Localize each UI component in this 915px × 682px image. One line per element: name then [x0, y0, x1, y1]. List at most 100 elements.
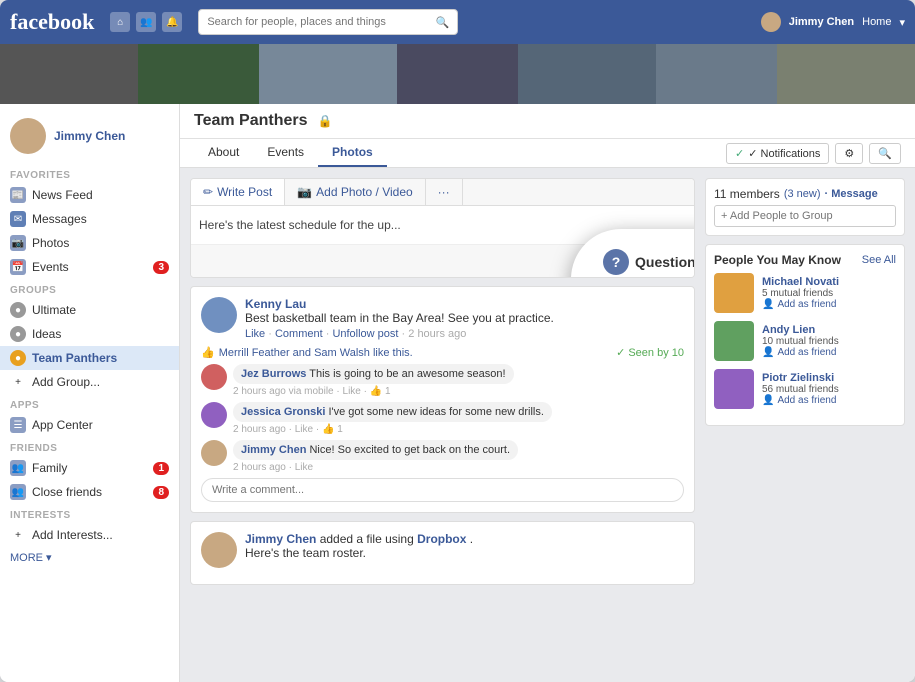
know-see-all[interactable]: See All	[862, 254, 896, 266]
members-box: 11 members (3 new) · Message	[705, 178, 905, 236]
post-like-row: 👍 Merrill Feather and Sam Walsh like thi…	[201, 346, 684, 359]
like-link-kenny[interactable]: Like	[245, 328, 265, 340]
nav-home[interactable]: Home	[862, 16, 891, 28]
two-col: ✏ Write Post 📷 Add Photo / Video ···	[180, 168, 915, 682]
sidebar-label-ideas: Ideas	[32, 327, 61, 341]
nav-avatar	[761, 12, 781, 32]
comment-like-jimmy[interactable]: Like	[295, 462, 313, 473]
add-people-input[interactable]	[714, 205, 896, 227]
add-friend-icon-michael: 👤	[762, 299, 774, 310]
dropbox-post-user[interactable]: Jimmy Chen	[245, 532, 316, 546]
sidebar-item-close-friends[interactable]: 👥 Close friends 8	[0, 480, 179, 504]
sidebar-item-ultimate[interactable]: ● Ultimate	[0, 298, 179, 322]
know-person-andy: Andy Lien 10 mutual friends 👤 Add as fri…	[714, 321, 896, 361]
notifications-button[interactable]: ✓ ✓ Notifications	[726, 143, 829, 164]
comment-likes-jez: 1	[385, 386, 391, 397]
sidebar-label-add-group: Add Group...	[32, 375, 100, 389]
comment-like-jessica[interactable]: Like	[295, 424, 313, 435]
sidebar-item-add-group[interactable]: + Add Group...	[0, 370, 179, 394]
notifications-nav-icon[interactable]: 🔔	[162, 12, 182, 32]
photo-icon: 📷	[297, 185, 312, 199]
group-search-button[interactable]: 🔍	[869, 143, 901, 164]
settings-icon: ⚙	[844, 147, 854, 160]
sidebar-item-add-interests[interactable]: + Add Interests...	[0, 523, 179, 547]
sidebar-item-team-panthers[interactable]: ● Team Panthers	[0, 346, 179, 370]
group-tabs: About Events Photos ✓ ✓ Notifications ⚙ …	[180, 138, 915, 167]
comment-user-jez[interactable]: Jez Burrows	[241, 368, 306, 380]
photo-label: Add Photo / Video	[316, 185, 413, 199]
dropbox-post-text: Here's the team roster.	[245, 546, 473, 560]
know-add-michael[interactable]: 👤 Add as friend	[762, 299, 839, 310]
sidebar-item-ideas[interactable]: ● Ideas	[0, 322, 179, 346]
dropbox-link[interactable]: Dropbox	[417, 532, 466, 546]
post-username-kenny[interactable]: Kenny Lau	[245, 297, 554, 311]
unfollow-link-kenny[interactable]: Unfollow post	[332, 328, 398, 340]
question-label: Question	[635, 254, 695, 270]
sidebar-item-photos[interactable]: 📷 Photos	[0, 231, 179, 255]
cover-segment-4	[397, 44, 518, 104]
cover-photo	[0, 44, 915, 104]
check-seen-icon: ✓	[616, 347, 625, 359]
know-name-michael[interactable]: Michael Novati	[762, 276, 839, 288]
search-input[interactable]	[207, 16, 431, 28]
comment-bubble-jessica: Jessica Gronski I've got some new ideas …	[233, 402, 552, 422]
question-option[interactable]: ? Question	[603, 249, 695, 275]
sidebar-label-close-friends: Close friends	[32, 485, 102, 499]
cover-segment-6	[656, 44, 777, 104]
events-icon: 📅	[10, 259, 26, 275]
know-name-andy[interactable]: Andy Lien	[762, 324, 839, 336]
sidebar-item-messages[interactable]: ✉ Messages	[0, 207, 179, 231]
know-mutual-michael: 5 mutual friends	[762, 288, 839, 299]
post-time-kenny: 2 hours ago	[408, 328, 466, 340]
comment-like-jez[interactable]: Like	[343, 386, 361, 397]
seen-by-text: ✓ Seen by 10	[616, 346, 684, 359]
comment-avatar-jessica	[201, 402, 227, 428]
comment-meta-jessica: 2 hours ago · Like · 👍 1	[233, 424, 552, 435]
comment-link-kenny[interactable]: Comment	[275, 328, 323, 340]
comment-text-jessica: I've got some new ideas for some new dri…	[328, 406, 543, 418]
sidebar-label-events: Events	[32, 260, 69, 274]
right-col: 11 members (3 new) · Message People You …	[705, 178, 905, 672]
group-name: Team Panthers	[194, 112, 308, 130]
tab-about[interactable]: About	[194, 139, 253, 167]
sidebar-item-family[interactable]: 👥 Family 1	[0, 456, 179, 480]
family-icon: 👥	[10, 460, 26, 476]
tab-events[interactable]: Events	[253, 139, 318, 167]
home-icon[interactable]: ⌂	[110, 12, 130, 32]
comment-user-jimmy[interactable]: Jimmy Chen	[241, 444, 306, 456]
messages-icon: ✉	[10, 211, 26, 227]
sidebar-item-news-feed[interactable]: 📰 News Feed	[0, 183, 179, 207]
comment-avatar-jez	[201, 364, 227, 390]
comment-user-jessica[interactable]: Jessica Gronski	[241, 406, 325, 418]
know-person-michael: Michael Novati 5 mutual friends 👤 Add as…	[714, 273, 896, 313]
know-add-andy[interactable]: 👤 Add as friend	[762, 347, 839, 358]
group-header: Team Panthers 🔒 About Events Photos ✓ ✓ …	[180, 104, 915, 168]
family-badge: 1	[153, 462, 169, 475]
post-box-tab-photo[interactable]: 📷 Add Photo / Video	[285, 179, 425, 205]
know-header: People You May Know See All	[714, 253, 896, 267]
feed-post-kenny: Kenny Lau Best basketball team in the Ba…	[190, 286, 695, 513]
question-icon: ?	[603, 249, 629, 275]
sidebar-more[interactable]: MORE ▾	[0, 547, 179, 568]
friends-icon[interactable]: 👥	[136, 12, 156, 32]
post-box-tab-more[interactable]: ···	[426, 179, 463, 205]
post-box-tab-write[interactable]: ✏ Write Post	[191, 179, 285, 205]
members-message[interactable]: · Message	[825, 188, 878, 200]
sidebar-item-events[interactable]: 📅 Events 3	[0, 255, 179, 279]
likers-text: Merrill Feather and Sam Walsh like this.	[219, 347, 413, 359]
know-name-piotr[interactable]: Piotr Zielinski	[762, 372, 839, 384]
sidebar-item-app-center[interactable]: ☰ App Center	[0, 413, 179, 437]
dropbox-post-period: .	[470, 532, 473, 546]
sidebar-label-team-panthers: Team Panthers	[32, 351, 117, 365]
post-box-tabs: ✏ Write Post 📷 Add Photo / Video ···	[191, 179, 694, 206]
comment-input[interactable]	[201, 478, 684, 502]
sidebar-username[interactable]: Jimmy Chen	[54, 129, 125, 143]
content-area: Team Panthers 🔒 About Events Photos ✓ ✓ …	[180, 104, 915, 682]
know-add-piotr[interactable]: 👤 Add as friend	[762, 395, 839, 406]
events-badge: 3	[153, 261, 169, 274]
group-settings-button[interactable]: ⚙	[835, 143, 863, 164]
search-bar[interactable]: 🔍	[198, 9, 458, 35]
sidebar-section-groups: GROUPS	[0, 279, 179, 298]
tab-photos[interactable]: Photos	[318, 139, 387, 167]
comment-text-jimmy: Nice! So excited to get back on the cour…	[309, 444, 510, 456]
